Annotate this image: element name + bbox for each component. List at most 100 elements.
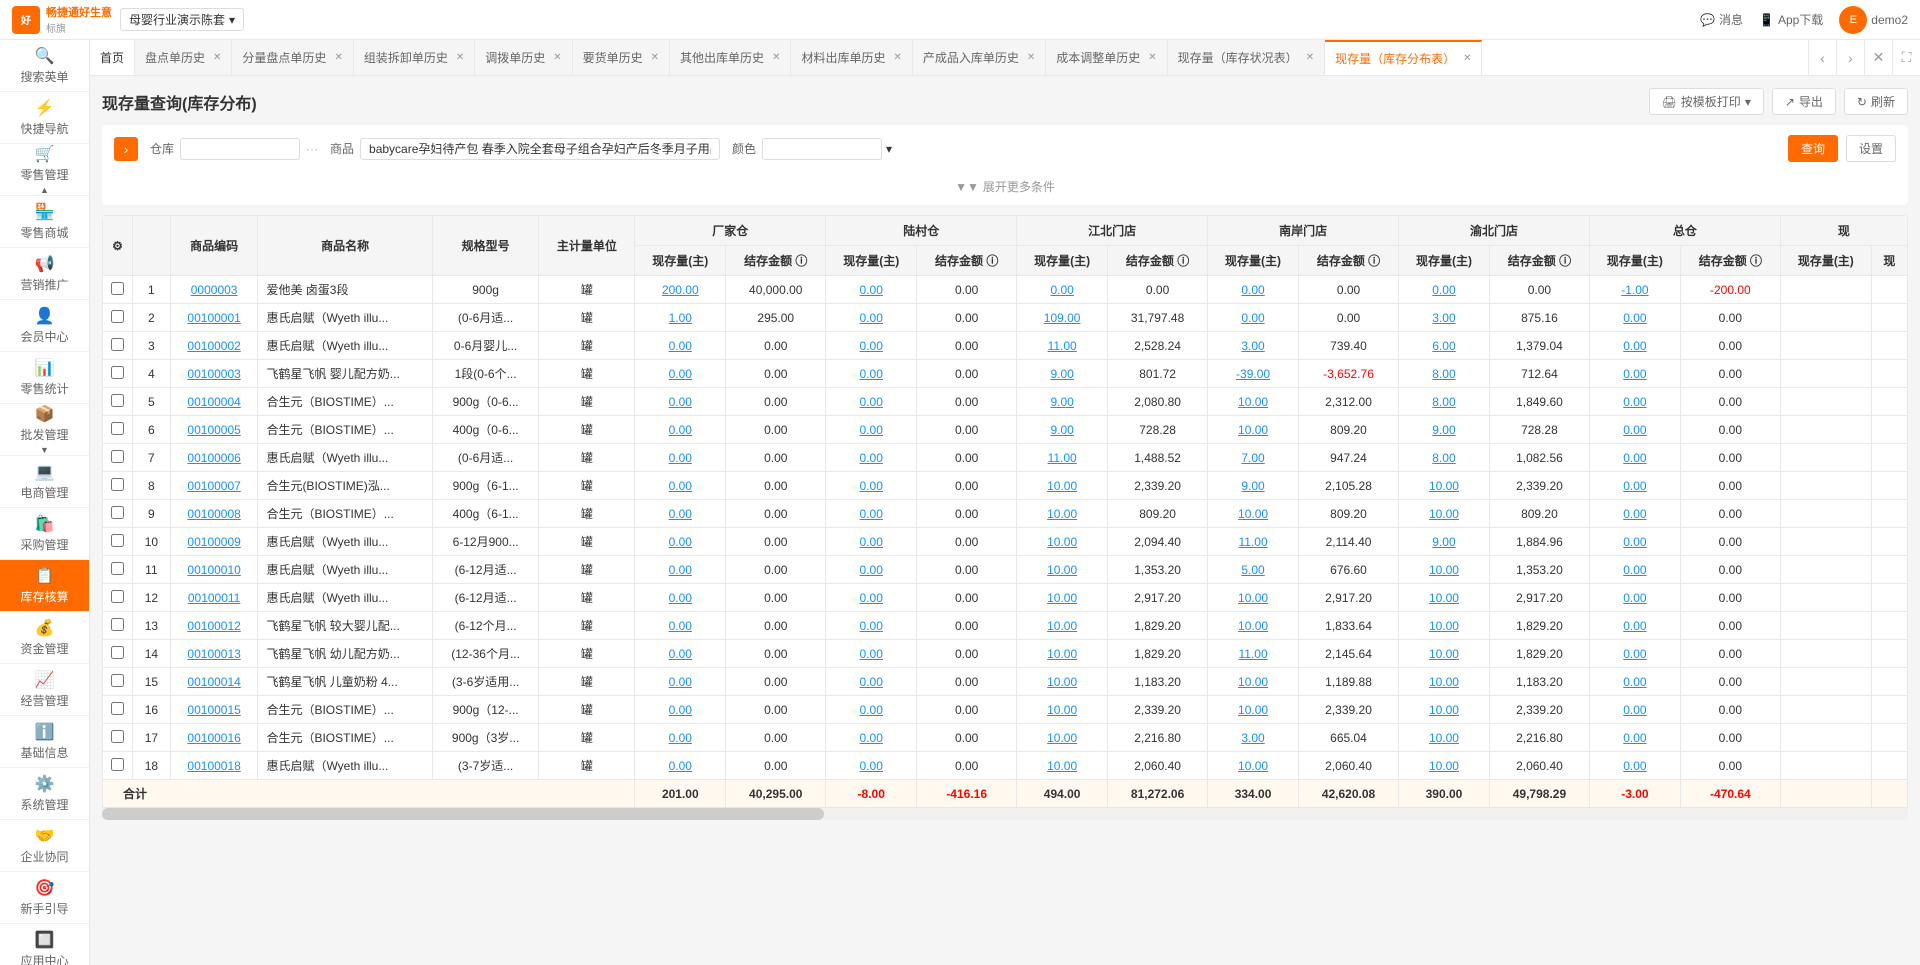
tab-close-icon[interactable]: ✕: [772, 52, 780, 63]
sidebar-item-search[interactable]: 🔍 搜索英单: [0, 40, 89, 92]
row-c3-qty[interactable]: 9.00: [1017, 416, 1108, 444]
tab-material-out[interactable]: 材料出库单历史 ✕: [791, 40, 912, 76]
settings-btn[interactable]: 设置: [1846, 135, 1896, 162]
row-c1-qty[interactable]: 0.00: [635, 696, 726, 724]
row-c3-qty[interactable]: 10.00: [1017, 696, 1108, 724]
app-download-btn[interactable]: 📱 App下载: [1759, 11, 1823, 28]
row-c2-qty[interactable]: 0.00: [826, 528, 917, 556]
sidebar-item-wholesale[interactable]: 📦 批发管理 ▼: [0, 404, 89, 456]
row-c4-qty[interactable]: 11.00: [1208, 640, 1299, 668]
row-c5-qty[interactable]: 9.00: [1399, 416, 1490, 444]
row-c2-qty[interactable]: 0.00: [826, 444, 917, 472]
row-c3-qty[interactable]: 10.00: [1017, 500, 1108, 528]
row-c1-qty[interactable]: 0.00: [635, 500, 726, 528]
tab-close-icon[interactable]: ✕: [1463, 53, 1471, 64]
tab-close-icon[interactable]: ✕: [213, 52, 221, 63]
tab-product-in[interactable]: 产成品入库单历史 ✕: [913, 40, 1046, 76]
row-c2-qty[interactable]: 0.00: [826, 276, 917, 304]
query-btn[interactable]: 查询: [1788, 135, 1838, 162]
row-c5-qty[interactable]: 3.00: [1399, 304, 1490, 332]
row-c1-qty[interactable]: 0.00: [635, 388, 726, 416]
row-c3-qty[interactable]: 10.00: [1017, 612, 1108, 640]
row-c1-qty[interactable]: 0.00: [635, 752, 726, 780]
row-code[interactable]: 00100010: [170, 556, 258, 584]
row-c1-qty[interactable]: 0.00: [635, 612, 726, 640]
row-c2-qty[interactable]: 0.00: [826, 752, 917, 780]
row-total-qty[interactable]: 0.00: [1589, 444, 1680, 472]
row-c2-qty[interactable]: 0.00: [826, 556, 917, 584]
sidebar-item-apps[interactable]: 🔲 应用中心: [0, 924, 89, 965]
row-checkbox[interactable]: [103, 500, 133, 528]
row-total-qty[interactable]: 0.00: [1589, 304, 1680, 332]
row-c4-qty[interactable]: 10.00: [1208, 612, 1299, 640]
tab-close-icon[interactable]: ✕: [651, 52, 659, 63]
row-c2-qty[interactable]: 0.00: [826, 416, 917, 444]
sidebar-item-retail-mall[interactable]: 🏪 零售商城: [0, 196, 89, 248]
tab-split-check[interactable]: 分量盘点单历史 ✕: [232, 40, 353, 76]
row-c5-qty[interactable]: 10.00: [1399, 724, 1490, 752]
row-checkbox[interactable]: [103, 472, 133, 500]
tab-close-icon[interactable]: ✕: [334, 52, 342, 63]
search-expand-btn[interactable]: ›: [114, 137, 138, 161]
row-code[interactable]: 00100001: [170, 304, 258, 332]
sidebar-item-system[interactable]: ⚙️ 系统管理: [0, 768, 89, 820]
row-c4-qty[interactable]: 0.00: [1208, 276, 1299, 304]
row-c3-qty[interactable]: 10.00: [1017, 752, 1108, 780]
color-input[interactable]: [762, 138, 882, 160]
row-code[interactable]: 00100018: [170, 752, 258, 780]
row-code[interactable]: 00100015: [170, 696, 258, 724]
row-checkbox[interactable]: [103, 584, 133, 612]
row-code[interactable]: 00100003: [170, 360, 258, 388]
sidebar-item-inventory[interactable]: 📋 库存核算: [0, 560, 89, 612]
row-c3-qty[interactable]: 9.00: [1017, 388, 1108, 416]
row-code[interactable]: 00100009: [170, 528, 258, 556]
row-checkbox[interactable]: [103, 724, 133, 752]
org-dropdown[interactable]: 母婴行业演示陈套 ▾: [120, 8, 244, 31]
row-checkbox[interactable]: [103, 640, 133, 668]
row-c2-qty[interactable]: 0.00: [826, 724, 917, 752]
row-checkbox[interactable]: [103, 304, 133, 332]
row-checkbox[interactable]: [103, 444, 133, 472]
row-code[interactable]: 00100011: [170, 584, 258, 612]
tab-close-icon[interactable]: ✕: [1027, 52, 1035, 63]
row-code[interactable]: 00100002: [170, 332, 258, 360]
row-c2-qty[interactable]: 0.00: [826, 584, 917, 612]
row-code[interactable]: 00100008: [170, 500, 258, 528]
sidebar-item-ecommerce[interactable]: 💻 电商管理: [0, 456, 89, 508]
row-c5-qty[interactable]: 10.00: [1399, 584, 1490, 612]
row-checkbox[interactable]: [103, 696, 133, 724]
row-total-qty[interactable]: 0.00: [1589, 416, 1680, 444]
row-c1-qty[interactable]: 0.00: [635, 724, 726, 752]
row-code[interactable]: 00100005: [170, 416, 258, 444]
export-btn[interactable]: ↗ 导出: [1772, 88, 1836, 115]
row-c3-qty[interactable]: 11.00: [1017, 332, 1108, 360]
row-c4-qty[interactable]: 10.00: [1208, 696, 1299, 724]
refresh-btn[interactable]: ↻ 刷新: [1844, 88, 1908, 115]
row-total-qty[interactable]: 0.00: [1589, 612, 1680, 640]
row-c4-qty[interactable]: 0.00: [1208, 304, 1299, 332]
row-c2-qty[interactable]: 0.00: [826, 640, 917, 668]
row-c3-qty[interactable]: 10.00: [1017, 724, 1108, 752]
row-total-qty[interactable]: 0.00: [1589, 696, 1680, 724]
tab-close-icon[interactable]: ✕: [1148, 52, 1156, 63]
row-c1-qty[interactable]: 0.00: [635, 584, 726, 612]
row-c4-qty[interactable]: 10.00: [1208, 500, 1299, 528]
row-c1-qty[interactable]: 200.00: [635, 276, 726, 304]
tab-cost-adjust[interactable]: 成本调整单历史 ✕: [1046, 40, 1167, 76]
row-c4-qty[interactable]: 3.00: [1208, 724, 1299, 752]
row-c4-qty[interactable]: 10.00: [1208, 584, 1299, 612]
sidebar-item-business[interactable]: 📈 经营管理: [0, 664, 89, 716]
warehouse-input[interactable]: [180, 138, 300, 160]
row-total-qty[interactable]: 0.00: [1589, 388, 1680, 416]
row-c5-qty[interactable]: 8.00: [1399, 388, 1490, 416]
tab-transfer[interactable]: 调拨单历史 ✕: [475, 40, 572, 76]
row-c5-qty[interactable]: 6.00: [1399, 332, 1490, 360]
row-checkbox[interactable]: [103, 556, 133, 584]
row-total-qty[interactable]: 0.00: [1589, 500, 1680, 528]
row-c2-qty[interactable]: 0.00: [826, 696, 917, 724]
row-c2-qty[interactable]: 0.00: [826, 472, 917, 500]
row-c4-qty[interactable]: 10.00: [1208, 388, 1299, 416]
row-c5-qty[interactable]: 8.00: [1399, 444, 1490, 472]
row-c4-qty[interactable]: 3.00: [1208, 332, 1299, 360]
row-c2-qty[interactable]: 0.00: [826, 668, 917, 696]
